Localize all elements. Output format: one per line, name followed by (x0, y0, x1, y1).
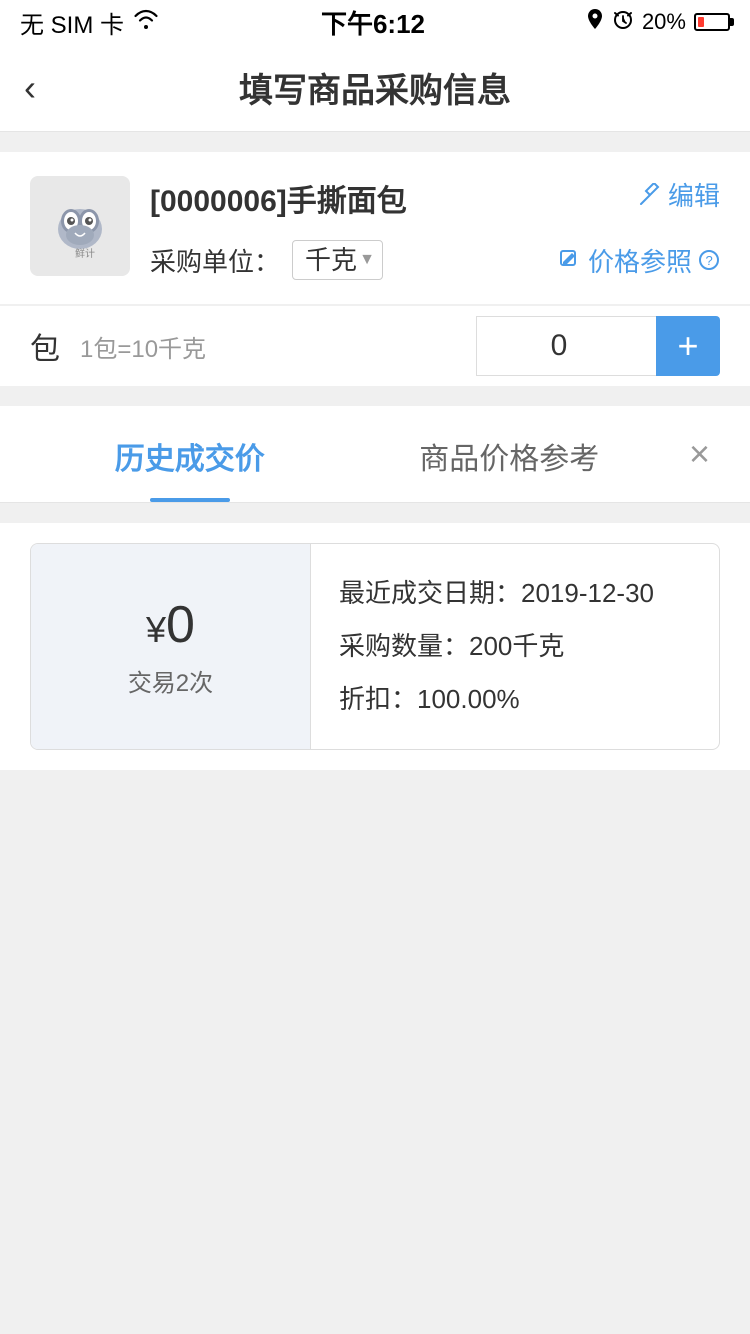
recent-date-label: 最近成交日期： (339, 578, 521, 608)
currency-symbol: ¥ (146, 609, 166, 650)
edit-button[interactable]: 编辑 (638, 176, 720, 213)
product-name: [0000006]手撕面包 (150, 176, 720, 220)
purchase-quantity-label: 采购数量： (339, 631, 469, 661)
price-right: 最近成交日期：2019-12-30 采购数量：200千克 折扣：100.00% (311, 544, 719, 749)
tab-reference[interactable]: 商品价格参考 (349, 406, 668, 502)
product-thumbnail: 鲜计 (30, 176, 130, 276)
purchase-quantity-row: 采购数量：200千克 (339, 627, 691, 666)
price-amount: ¥0 (146, 595, 195, 655)
recent-date-row: 最近成交日期：2019-12-30 (339, 574, 691, 613)
main-content: 鲜计 [0000006]手撕面包 采购单位： 千克 价格参照 (0, 152, 750, 852)
tab-history-label: 历史成交价 (115, 443, 265, 476)
discount-label: 折扣： (339, 684, 417, 714)
status-right: 20% (586, 8, 730, 36)
price-card: ¥0 交易2次 最近成交日期：2019-12-30 采购数量：200千克 折扣：… (30, 543, 720, 750)
alarm-icon (612, 8, 634, 36)
product-image-icon: 鲜计 (45, 191, 115, 261)
tab-reference-label: 商品价格参考 (419, 443, 599, 476)
location-icon (586, 8, 604, 36)
unit-label-text: 采购单位： (150, 242, 280, 279)
svg-text:鲜计: 鲜计 (75, 247, 95, 260)
wifi-icon (132, 8, 160, 36)
tab-history[interactable]: 历史成交价 (30, 406, 349, 502)
price-ref-button[interactable]: 价格参照 ? (558, 242, 720, 279)
purchase-quantity-value: 200千克 (469, 631, 564, 661)
battery-percent: 20% (642, 9, 686, 35)
recent-date-value: 2019-12-30 (521, 578, 654, 608)
quantity-input[interactable] (476, 316, 656, 376)
price-section: ¥0 交易2次 最近成交日期：2019-12-30 采购数量：200千克 折扣：… (0, 523, 750, 770)
unit-select[interactable]: 千克 (292, 240, 383, 280)
quantity-input-wrapper: + (476, 316, 720, 376)
status-left: 无 SIM 卡 (20, 5, 160, 40)
price-left: ¥0 交易2次 (31, 544, 311, 749)
page-title: 填写商品采购信息 (239, 63, 511, 112)
quantity-row: 包 1包=10千克 + (0, 306, 750, 386)
product-unit-row: 采购单位： 千克 价格参照 ? (150, 240, 720, 280)
question-icon: ? (698, 249, 720, 271)
pack-unit-sub-label: 1包=10千克 (80, 329, 206, 364)
pack-unit-label: 包 (30, 324, 60, 368)
back-button[interactable]: ‹ (24, 67, 36, 109)
tab-bar: 历史成交价 商品价格参考 × (0, 406, 750, 503)
unit-select-wrapper[interactable]: 千克 (292, 240, 383, 280)
close-button[interactable]: × (679, 423, 720, 485)
carrier-text: 无 SIM 卡 (20, 5, 124, 40)
status-time: 下午6:12 (321, 4, 425, 41)
edit-label: 编辑 (668, 176, 720, 213)
price-value: 0 (166, 596, 195, 654)
svg-text:?: ? (706, 253, 713, 268)
plus-button[interactable]: + (656, 316, 720, 376)
price-ref-label: 价格参照 (588, 242, 692, 279)
product-info: [0000006]手撕面包 采购单位： 千克 价格参照 ? (150, 176, 720, 280)
trade-count: 交易2次 (128, 663, 213, 698)
status-bar: 无 SIM 卡 下午6:12 20% (0, 0, 750, 44)
edit-icon (638, 183, 662, 207)
nav-bar: ‹ 填写商品采购信息 (0, 44, 750, 132)
discount-row: 折扣：100.00% (339, 680, 691, 719)
edit-small-icon (558, 248, 582, 272)
product-card: 鲜计 [0000006]手撕面包 采购单位： 千克 价格参照 (0, 152, 750, 304)
battery-icon (694, 13, 730, 31)
discount-value: 100.00% (417, 684, 520, 714)
